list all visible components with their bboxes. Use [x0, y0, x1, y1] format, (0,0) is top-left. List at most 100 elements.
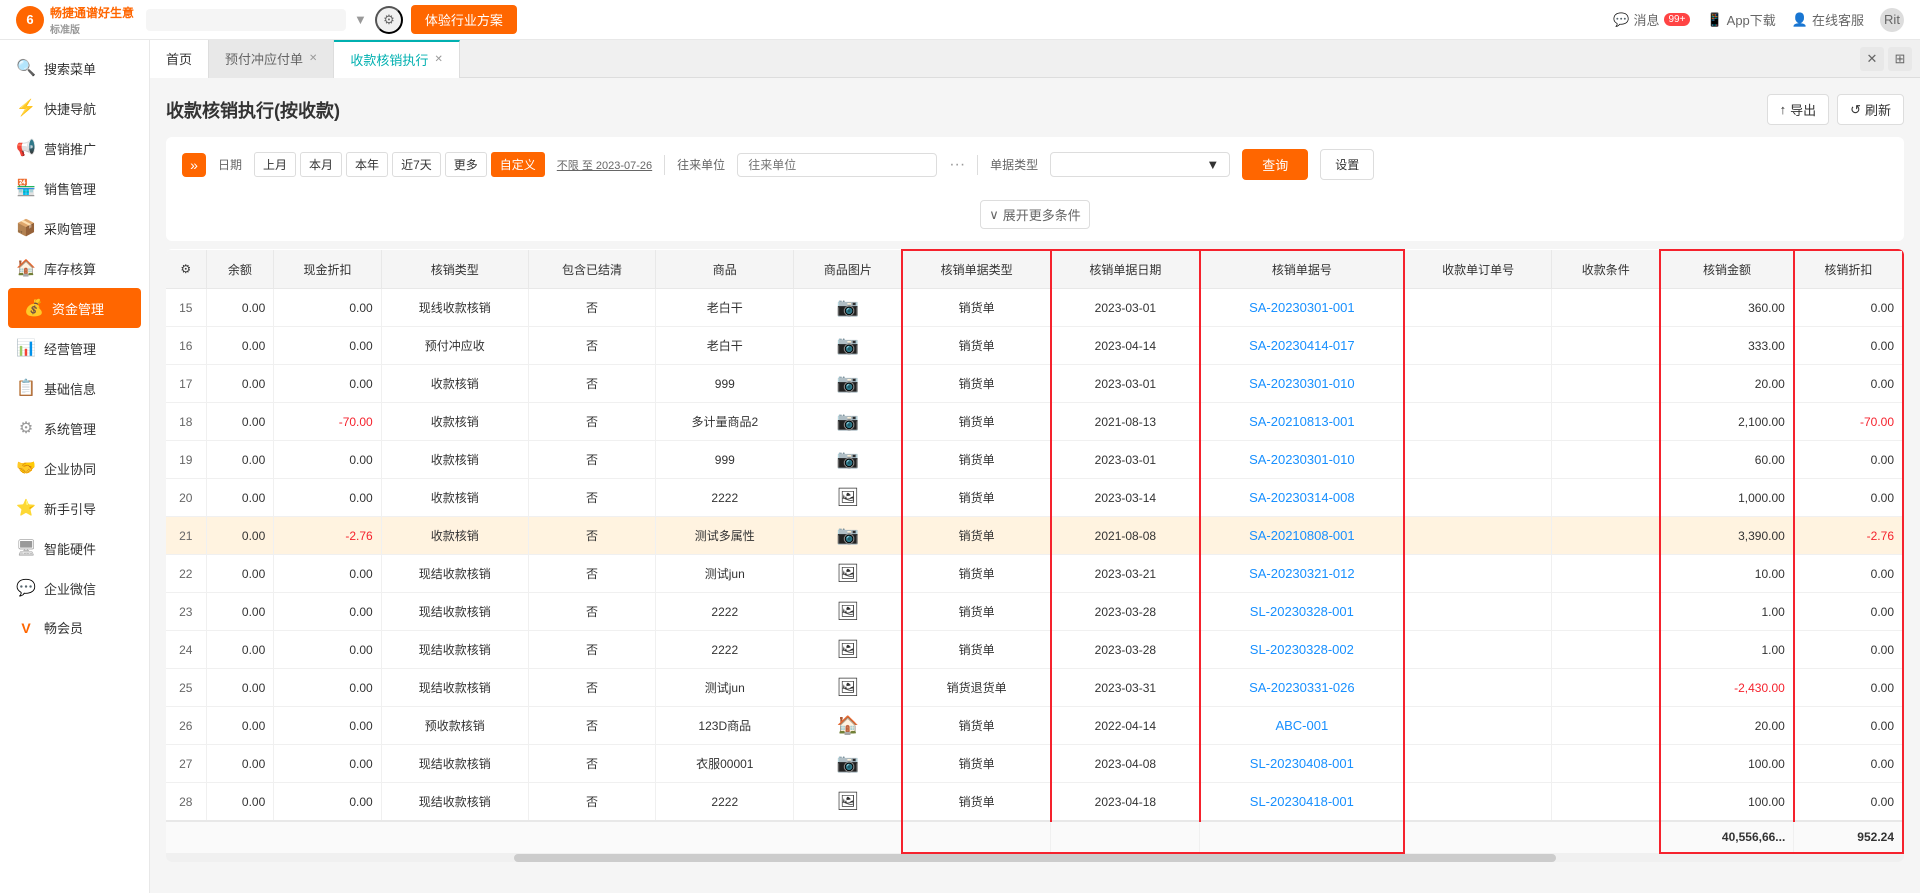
trial-button[interactable]: 体验行业方案 [411, 5, 517, 34]
cell-write-off-amount: 20.00 [1660, 707, 1794, 745]
tab-maximize-button[interactable]: ⊞ [1888, 47, 1912, 71]
cell-bill-no: SA-20230321-012 [1200, 555, 1404, 593]
bill-no-link[interactable]: SA-20210808-001 [1249, 528, 1355, 543]
sidebar-item-marketing[interactable]: 📢 营销推广 [0, 128, 149, 168]
query-button[interactable]: 查询 [1242, 149, 1308, 180]
sidebar-item-member[interactable]: V 畅会员 [0, 608, 149, 647]
sidebar-item-finance[interactable]: 💰 资金管理 [8, 288, 141, 328]
bill-no-link[interactable]: ABC-001 [1275, 718, 1328, 733]
cell-balance: 0.00 [206, 327, 274, 365]
table-row: 21 0.00 -2.76 收款核销 否 测试多属性 📷 销货单 2021-08… [166, 517, 1903, 555]
sidebar-item-business[interactable]: 📊 经营管理 [0, 328, 149, 368]
cell-goods: 123D商品 [656, 707, 794, 745]
cell-bill-type: 销货单 [902, 289, 1051, 327]
export-button[interactable]: ↑ 导出 [1767, 94, 1830, 125]
bill-no-link[interactable]: SA-20230314-008 [1249, 490, 1355, 505]
bill-no-link[interactable]: SA-20230301-001 [1249, 300, 1355, 315]
top-settings-button[interactable]: ⚙ [375, 6, 403, 34]
sidebar-item-search-menu[interactable]: 🔍 搜索菜单 [0, 48, 149, 88]
date-btn-this-year[interactable]: 本年 [346, 152, 388, 177]
sidebar-label: 销售管理 [44, 179, 96, 198]
bill-no-link[interactable]: SA-20230301-010 [1249, 376, 1355, 391]
cell-receipt-cond [1552, 403, 1660, 441]
cell-no: 18 [166, 403, 206, 441]
cell-write-off-type: 收款核销 [381, 441, 528, 479]
cell-goods-image: 📷 [794, 517, 902, 555]
page-title: 收款核销执行(按收款) [166, 97, 340, 123]
tab-home[interactable]: 首页 [150, 40, 209, 78]
sidebar-item-quick-nav[interactable]: ⚡ 快捷导航 [0, 88, 149, 128]
sidebar-item-sales[interactable]: 🏪 销售管理 [0, 168, 149, 208]
table-row: 27 0.00 0.00 现结收款核销 否 衣服00001 📷 销货单 2023… [166, 745, 1903, 783]
date-btn-custom[interactable]: 自定义 [491, 152, 545, 177]
online-service-button[interactable]: 👤 在线客服 [1792, 10, 1864, 29]
sidebar-item-hardware[interactable]: 🖥 智能硬件 [0, 528, 149, 568]
tab-receipt-close[interactable]: ✕ [434, 54, 442, 65]
bill-no-link[interactable]: SL-20230328-002 [1250, 642, 1354, 657]
date-btn-this-month[interactable]: 本月 [300, 152, 342, 177]
cell-bill-type: 销货单 [902, 555, 1051, 593]
th-settings[interactable]: ⚙ [166, 250, 206, 289]
th-balance: 余额 [206, 250, 274, 289]
bill-no-link[interactable]: SA-20230301-010 [1249, 452, 1355, 467]
cell-receipt-cond [1552, 555, 1660, 593]
partner-input[interactable] [737, 153, 937, 177]
cell-cash-discount: -70.00 [274, 403, 381, 441]
date-btn-last-month[interactable]: 上月 [254, 152, 296, 177]
settings-button[interactable]: 设置 [1320, 149, 1374, 180]
filter-expand-arrow[interactable]: » [182, 153, 206, 177]
cell-receipt-order [1404, 669, 1552, 707]
cell-write-off-discount: 0.00 [1794, 479, 1903, 517]
sidebar-item-system[interactable]: ⚙ 系统管理 [0, 408, 149, 448]
cell-balance: 0.00 [206, 593, 274, 631]
bill-no-link[interactable]: SL-20230408-001 [1250, 756, 1354, 771]
cell-bill-date: 2021-08-13 [1051, 403, 1200, 441]
table-footer-row: 40,556,66... 952.24 [166, 821, 1903, 853]
th-receipt-order: 收款单订单号 [1404, 250, 1552, 289]
user-avatar[interactable]: Rit [1880, 8, 1904, 32]
bill-no-link[interactable]: SL-20230418-001 [1250, 794, 1354, 809]
bill-no-link[interactable]: SA-20230331-026 [1249, 680, 1355, 695]
chevron-down-icon[interactable]: ▼ [354, 12, 367, 27]
tab-prepay-close[interactable]: ✕ [309, 53, 317, 64]
cell-bill-date: 2023-03-14 [1051, 479, 1200, 517]
date-btn-more[interactable]: 更多 [445, 152, 487, 177]
th-cash-discount: 现金折扣 [274, 250, 381, 289]
horizontal-scrollbar[interactable] [166, 854, 1904, 862]
cell-goods: 999 [656, 365, 794, 403]
cell-no: 19 [166, 441, 206, 479]
sidebar-item-inventory[interactable]: 🏠 库存核算 [0, 248, 149, 288]
cell-include-settled: 否 [528, 365, 655, 403]
cell-bill-no: SL-20230418-001 [1200, 783, 1404, 822]
tab-receipt[interactable]: 收款核销执行 ✕ [334, 40, 459, 78]
cell-cash-discount: 0.00 [274, 707, 381, 745]
cell-cash-discount: 0.00 [274, 555, 381, 593]
messages-button[interactable]: 💬 消息 99+ [1613, 10, 1690, 29]
date-btn-7days[interactable]: 近7天 [392, 152, 441, 177]
app-download-button[interactable]: 📱 App下载 [1706, 10, 1775, 29]
cell-write-off-discount: -2.76 [1794, 517, 1903, 555]
bill-no-link[interactable]: SA-20230414-017 [1249, 338, 1355, 353]
tab-prepay[interactable]: 预付冲应付单 ✕ [209, 40, 334, 78]
sidebar-item-wechat[interactable]: 💬 企业微信 [0, 568, 149, 608]
bill-no-link[interactable]: SA-20210813-001 [1249, 414, 1355, 429]
sidebar-item-basic[interactable]: 📋 基础信息 [0, 368, 149, 408]
sidebar-item-purchase[interactable]: 📦 采购管理 [0, 208, 149, 248]
bill-no-link[interactable]: SL-20230328-001 [1250, 604, 1354, 619]
cell-balance: 0.00 [206, 403, 274, 441]
cell-receipt-cond [1552, 517, 1660, 555]
tab-close-button[interactable]: ✕ [1860, 47, 1884, 71]
breadcrumb-input[interactable] [146, 9, 346, 31]
sidebar-item-corp[interactable]: 🤝 企业协同 [0, 448, 149, 488]
sidebar-item-guide[interactable]: ⭐ 新手引导 [0, 488, 149, 528]
expand-conditions-button[interactable]: ∨ 展开更多条件 [980, 200, 1090, 229]
cell-write-off-discount: 0.00 [1794, 783, 1903, 822]
cell-no: 27 [166, 745, 206, 783]
bill-no-link[interactable]: SA-20230321-012 [1249, 566, 1355, 581]
cell-receipt-order [1404, 289, 1552, 327]
cell-balance: 0.00 [206, 555, 274, 593]
refresh-button[interactable]: ↺ 刷新 [1837, 94, 1904, 125]
speaker-icon: 📢 [16, 138, 36, 158]
partner-dots[interactable]: ··· [949, 156, 965, 174]
bill-type-select[interactable]: ▼ [1050, 152, 1230, 177]
